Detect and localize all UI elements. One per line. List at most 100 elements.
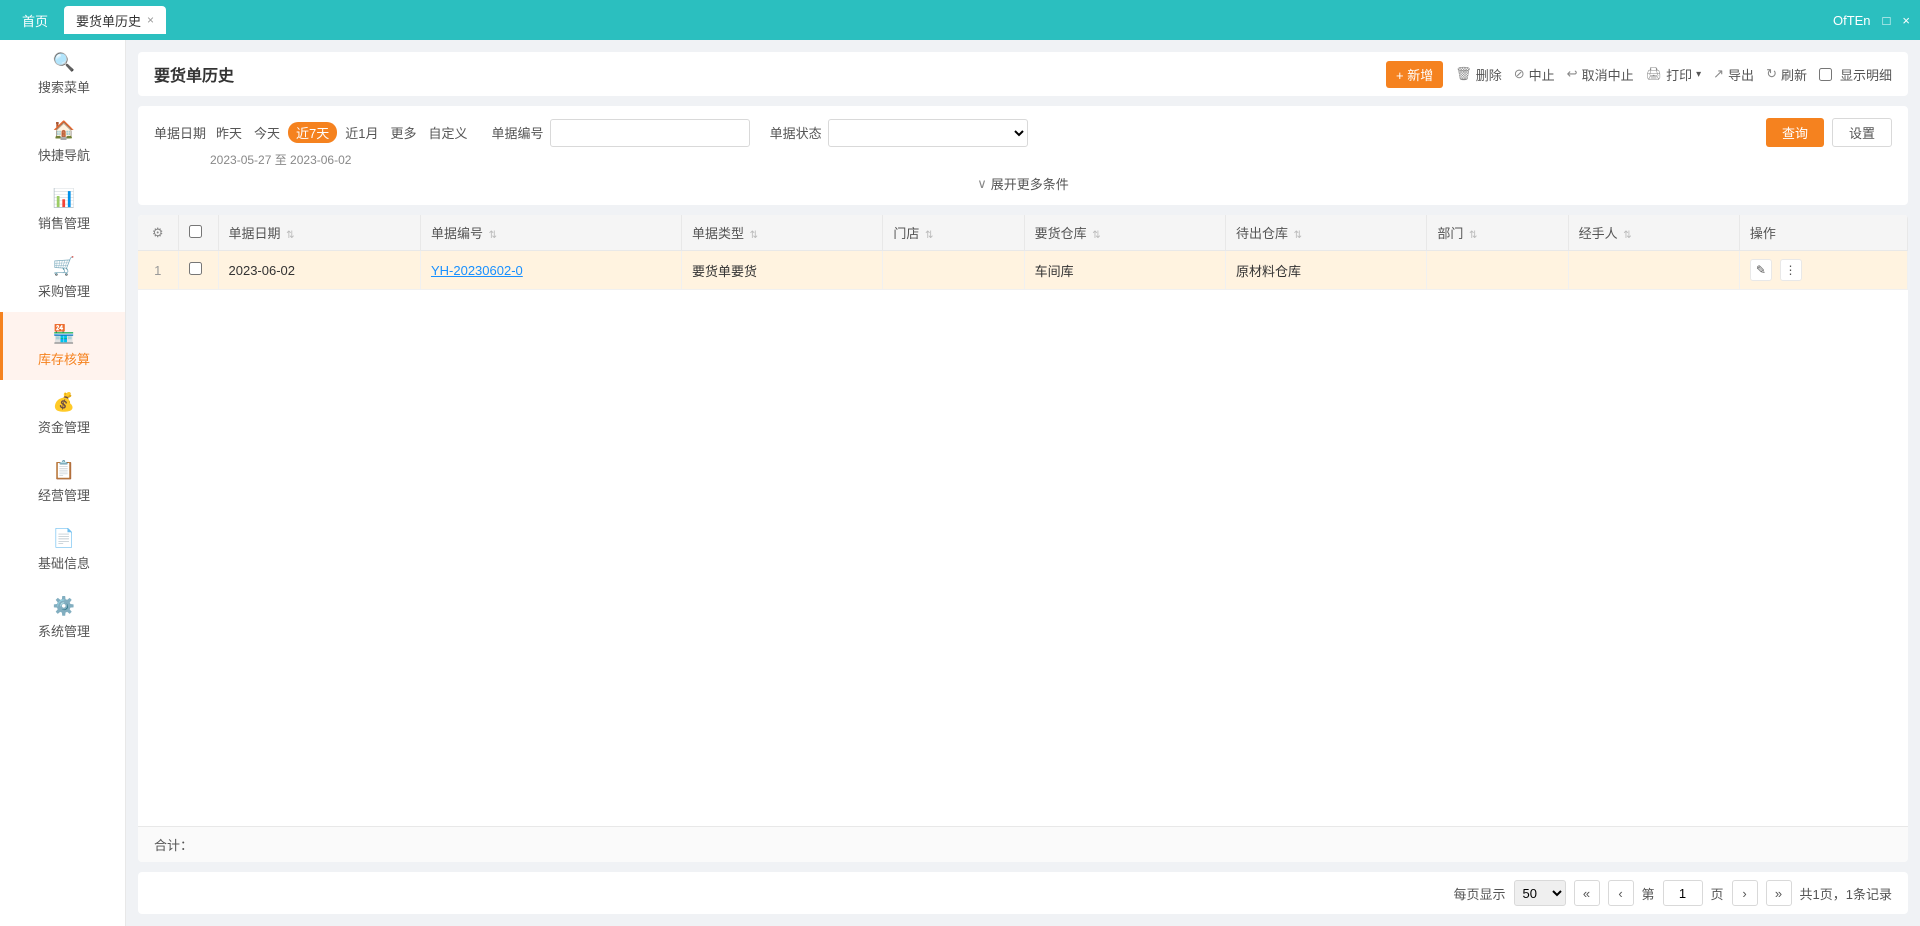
tab-home-label: 首页 (22, 11, 48, 30)
close-tab-icon[interactable]: × (147, 13, 154, 27)
cell-type: 要货单要货 (681, 251, 882, 290)
total-info: 共1页，1条记录 (1800, 884, 1892, 903)
filter-row: 单据日期 昨天 今天 近7天 近1月 更多 自定义 单据编号 (154, 118, 1892, 147)
tab-yaohuodan[interactable]: 要货单历史 × (64, 6, 166, 34)
first-page-btn[interactable]: « (1574, 880, 1600, 906)
sidebar-item-search[interactable]: 🔍 搜索菜单 (0, 40, 125, 108)
col-type: 单据类型 ⇅ (681, 215, 882, 251)
doc-no-label: 单据编号 (492, 123, 544, 142)
stop-button[interactable]: ⊘ 中止 (1514, 65, 1555, 84)
purchase-icon: 🛒 (53, 256, 75, 277)
sidebar-item-finance[interactable]: 💰 资金管理 (0, 380, 125, 448)
top-bar-right: OfTEn □ × (1833, 13, 1910, 28)
sidebar-item-purchase[interactable]: 🛒 采购管理 (0, 244, 125, 312)
expand-arrow-icon: ∨ (977, 176, 987, 192)
sidebar-label-finance: 资金管理 (38, 417, 90, 436)
cancel-stop-button[interactable]: ↩ 取消中止 (1567, 65, 1634, 84)
close-window-btn[interactable]: × (1902, 13, 1910, 28)
sort-date-icon[interactable]: ⇅ (286, 230, 294, 241)
doc-no-filter-group: 单据编号 (492, 119, 750, 147)
shortcut-last1month[interactable]: 近1月 (341, 122, 382, 143)
sidebar: 🔍 搜索菜单 🏠 快捷导航 📊 销售管理 🛒 采购管理 🏪 库存核算 💰 资金管… (0, 40, 126, 926)
sidebar-item-quick-nav[interactable]: 🏠 快捷导航 (0, 108, 125, 176)
page-title: 要货单历史 (154, 62, 234, 86)
print-label: 打印 (1666, 65, 1692, 84)
sort-pending-warehouse-icon[interactable]: ⇅ (1294, 230, 1302, 241)
sort-type-icon[interactable]: ⇅ (750, 230, 758, 241)
expand-more-btn[interactable]: ∨ 展开更多条件 (154, 174, 1892, 193)
display-detail-toggle[interactable]: 显示明细 (1819, 65, 1892, 84)
col-store: 门店 ⇅ (883, 215, 1024, 251)
sort-dept-icon[interactable]: ⇅ (1469, 230, 1477, 241)
new-button[interactable]: + 新增 (1386, 61, 1443, 88)
doc-no-input[interactable] (550, 119, 750, 147)
sort-store-icon[interactable]: ⇅ (925, 230, 933, 241)
sidebar-label-search: 搜索菜单 (38, 77, 90, 96)
sidebar-item-sales[interactable]: 📊 销售管理 (0, 176, 125, 244)
col-checkbox (178, 215, 218, 251)
status-filter-group: 单据状态 (770, 119, 1028, 147)
column-settings-icon[interactable]: ⚙ (152, 225, 164, 240)
next-page-btn[interactable]: › (1732, 880, 1758, 906)
date-filter-group: 单据日期 昨天 今天 近7天 近1月 更多 自定义 (154, 122, 472, 143)
delete-label: 删除 (1476, 65, 1502, 84)
cell-store (883, 251, 1024, 290)
page-label: 第 (1642, 884, 1655, 903)
tab-home[interactable]: 首页 (10, 6, 60, 34)
sidebar-item-basic[interactable]: 📄 基础信息 (0, 516, 125, 584)
cell-no[interactable]: YH-20230602-0 (420, 251, 681, 290)
page-header: 要货单历史 + 新增 🗑 删除 ⊘ 中止 ↩ 取消中止 🖨 (138, 52, 1908, 96)
last-page-icon: » (1775, 886, 1782, 901)
sidebar-item-inventory[interactable]: 🏪 库存核算 (0, 312, 125, 380)
shortcut-last7days[interactable]: 近7天 (288, 122, 337, 143)
system-icon: ⚙️ (53, 596, 75, 617)
export-icon: ↗ (1713, 66, 1724, 82)
select-all-checkbox[interactable] (189, 225, 202, 238)
sidebar-label-purchase: 采购管理 (38, 281, 90, 300)
sort-req-warehouse-icon[interactable]: ⇅ (1092, 230, 1100, 241)
status-select[interactable] (828, 119, 1028, 147)
sidebar-item-system[interactable]: ⚙️ 系统管理 (0, 584, 125, 652)
delete-button[interactable]: 🗑 删除 (1455, 65, 1502, 84)
new-button-label: + 新增 (1396, 65, 1433, 84)
settings-button[interactable]: 设置 (1832, 118, 1892, 147)
page-suffix: 页 (1711, 884, 1724, 903)
col-dept: 部门 ⇅ (1427, 215, 1568, 251)
prev-page-btn[interactable]: ‹ (1608, 880, 1634, 906)
sort-handler-icon[interactable]: ⇅ (1623, 230, 1631, 241)
last-page-btn[interactable]: » (1766, 880, 1792, 906)
query-button[interactable]: 查询 (1766, 118, 1824, 147)
sidebar-label-basic: 基础信息 (38, 553, 90, 572)
stop-icon: ⊘ (1514, 66, 1525, 82)
page-input[interactable] (1663, 880, 1703, 906)
row-checkbox[interactable] (189, 262, 202, 275)
shortcut-custom[interactable]: 自定义 (425, 122, 472, 143)
shortcut-yesterday[interactable]: 昨天 (212, 122, 246, 143)
cell-req-warehouse: 车间库 (1024, 251, 1225, 290)
display-detail-label: 显示明细 (1840, 65, 1892, 84)
export-button[interactable]: ↗ 导出 (1713, 65, 1754, 84)
print-button[interactable]: 🖨 打印 ▾ (1646, 65, 1702, 84)
shortcut-today[interactable]: 今天 (250, 122, 284, 143)
cell-index: 1 (138, 251, 178, 290)
display-detail-checkbox[interactable] (1819, 68, 1832, 81)
row-edit-btn[interactable]: ✎ (1750, 259, 1772, 281)
sort-no-icon[interactable]: ⇅ (489, 230, 497, 241)
sidebar-label-operation: 经营管理 (38, 485, 90, 504)
top-bar: 首页 要货单历史 × OfTEn □ × (0, 0, 1920, 40)
per-page-select[interactable]: 50 20 100 200 (1514, 880, 1566, 906)
date-range-display: 2023-05-27 至 2023-06-02 (210, 153, 351, 167)
row-more-btn[interactable]: ⋮ (1780, 259, 1802, 281)
cell-dept (1427, 251, 1568, 290)
refresh-icon: ↻ (1766, 66, 1777, 82)
cell-pending-warehouse: 原材料仓库 (1225, 251, 1426, 290)
toolbar: + 新增 🗑 删除 ⊘ 中止 ↩ 取消中止 🖨 打印 ▾ (1386, 61, 1892, 88)
basic-icon: 📄 (53, 528, 75, 549)
sidebar-item-operation[interactable]: 📋 经营管理 (0, 448, 125, 516)
shortcut-more[interactable]: 更多 (387, 122, 421, 143)
sidebar-label-quick-nav: 快捷导航 (38, 145, 90, 164)
refresh-button[interactable]: ↻ 刷新 (1766, 65, 1807, 84)
col-date: 单据日期 ⇅ (218, 215, 420, 251)
maximize-btn[interactable]: □ (1883, 13, 1891, 28)
cell-op: ✎ ⋮ (1739, 251, 1907, 290)
